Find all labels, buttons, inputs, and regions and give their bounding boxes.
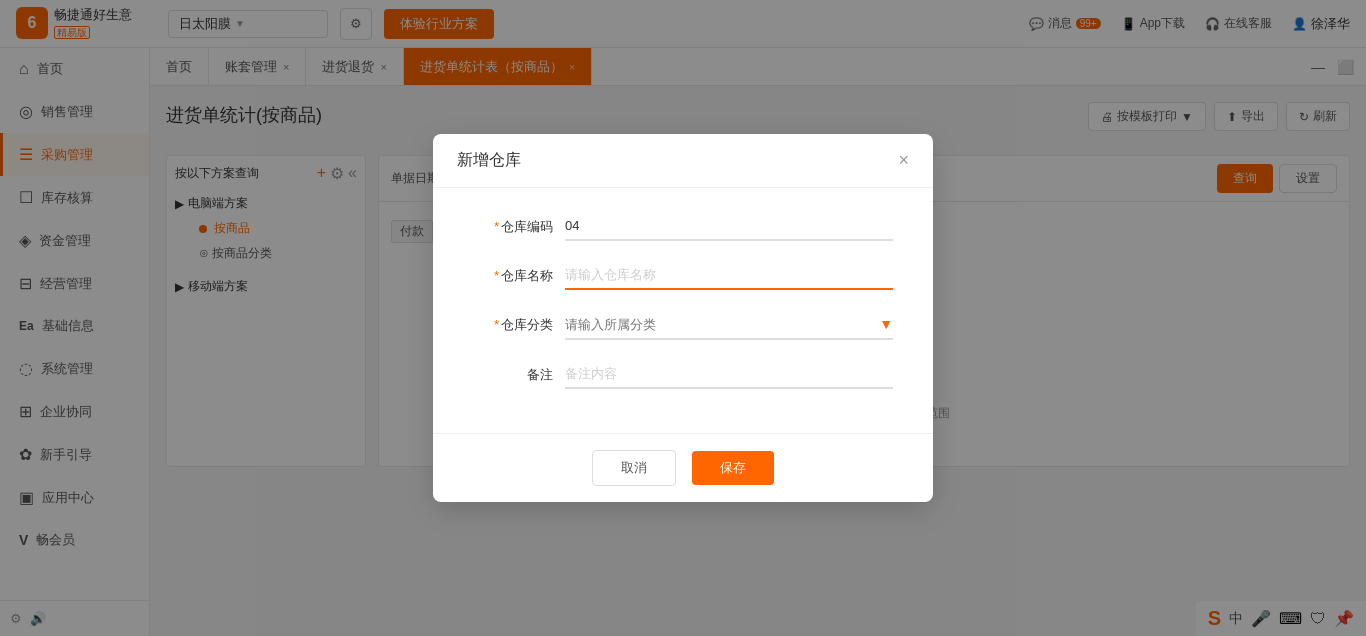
category-label: 仓库分类	[473, 316, 553, 334]
remark-input[interactable]	[565, 360, 893, 389]
name-input[interactable]	[565, 261, 893, 290]
form-row-name: 仓库名称	[473, 261, 893, 290]
dialog-close-button[interactable]: ×	[898, 150, 909, 171]
category-select[interactable]: ▼	[565, 310, 893, 340]
form-row-category: 仓库分类 ▼	[473, 310, 893, 340]
category-input[interactable]	[565, 317, 879, 332]
dialog-header: 新增仓库 ×	[433, 134, 933, 188]
new-warehouse-dialog: 新增仓库 × 仓库编码 仓库名称 仓库分类 ▼	[433, 134, 933, 502]
chevron-down-icon: ▼	[879, 316, 893, 332]
code-input[interactable]	[565, 212, 893, 241]
form-row-code: 仓库编码	[473, 212, 893, 241]
cancel-button[interactable]: 取消	[592, 450, 676, 486]
remark-label: 备注	[473, 366, 553, 384]
dialog-body: 仓库编码 仓库名称 仓库分类 ▼ 备注	[433, 188, 933, 433]
modal-overlay: 新增仓库 × 仓库编码 仓库名称 仓库分类 ▼	[0, 0, 1366, 636]
code-label: 仓库编码	[473, 218, 553, 236]
name-label: 仓库名称	[473, 267, 553, 285]
dialog-title: 新增仓库	[457, 150, 521, 171]
form-row-remark: 备注	[473, 360, 893, 389]
save-button[interactable]: 保存	[692, 451, 774, 485]
dialog-footer: 取消 保存	[433, 433, 933, 502]
